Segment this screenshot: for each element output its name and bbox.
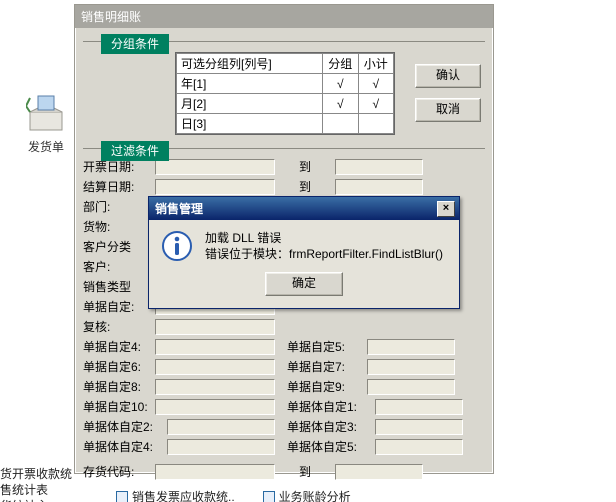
custom10-field[interactable] — [155, 399, 275, 415]
body-custom4-field[interactable] — [167, 439, 275, 455]
grid-row[interactable]: 日[3] — [177, 114, 394, 134]
review-field[interactable] — [155, 319, 275, 335]
custom9-field[interactable] — [367, 379, 455, 395]
label-custom9: 单据自定9: — [275, 378, 367, 395]
label-review: 复核: — [83, 318, 155, 335]
cancel-button[interactable]: 取消 — [415, 98, 481, 122]
dialog-ok-button[interactable]: 确定 — [265, 272, 343, 296]
invoice-date-to[interactable] — [335, 159, 423, 175]
label-sale-type: 销售类型 — [83, 278, 155, 295]
label-body-custom2: 单据体自定2: — [83, 418, 167, 435]
stock-code-to[interactable] — [335, 464, 423, 480]
grid-header-row: 可选分组列[列号] 分组 小计 — [177, 54, 394, 74]
custom6-field[interactable] — [155, 359, 275, 375]
custom7-field[interactable] — [367, 359, 455, 375]
label-custom4: 单据自定4: — [83, 338, 155, 355]
error-dialog: 销售管理 × 加载 DLL 错误 错误位于模块：frmReportFilter.… — [148, 196, 460, 309]
body-custom2-field[interactable] — [167, 419, 275, 435]
label-stock-code: 存货代码: — [83, 463, 155, 480]
label-custom6: 单据自定6: — [83, 358, 155, 375]
body-custom5-field[interactable] — [375, 439, 463, 455]
label-custom8: 单据自定8: — [83, 378, 155, 395]
settle-date-from[interactable] — [155, 179, 275, 195]
invoice-date-from[interactable] — [155, 159, 275, 175]
nav-item[interactable]: 华纺社主 — [0, 498, 72, 502]
grid-row[interactable]: 月[2]√√ — [177, 94, 394, 114]
filter-conditions-header: 过滤条件 — [83, 141, 485, 155]
label-goods: 货物: — [83, 218, 155, 235]
nav-item[interactable]: 业务账龄分析 — [279, 488, 351, 502]
label-body-custom4: 单据体自定4: — [83, 438, 167, 455]
label-custom7: 单据自定7: — [275, 358, 367, 375]
document-box-icon — [26, 94, 66, 134]
grid-col-group: 分组 — [323, 54, 358, 74]
dialog-title: 销售管理 — [155, 200, 437, 217]
custom8-field[interactable] — [155, 379, 275, 395]
info-icon — [161, 230, 193, 262]
label-body-custom5: 单据体自定5: — [275, 438, 375, 455]
group-grid[interactable]: 可选分组列[列号] 分组 小计 年[1]√√ 月[2]√√ 日[3] — [175, 52, 395, 135]
background-nav: 货开票收款统 售统计表 华纺社主 — [0, 466, 72, 502]
label-custom10: 单据自定10: — [83, 398, 155, 415]
label-cust-class: 客户分类 — [83, 238, 155, 255]
label-customer: 客户: — [83, 258, 155, 275]
grid-row[interactable]: 年[1]√√ — [177, 74, 394, 94]
label-settle-date: 结算日期: — [83, 178, 155, 195]
grid-col-subtotal: 小计 — [358, 54, 393, 74]
custom5-field[interactable] — [367, 339, 455, 355]
grid-col-name: 可选分组列[列号] — [177, 54, 323, 74]
label-bill-custom: 单据自定: — [83, 298, 155, 315]
desktop-shortcut[interactable]: 发货单 — [18, 94, 74, 155]
body-custom3-field[interactable] — [375, 419, 463, 435]
doc-icon — [116, 491, 128, 502]
dialog-message: 加载 DLL 错误 错误位于模块：frmReportFilter.FindLis… — [205, 230, 443, 262]
stock-code-from[interactable] — [155, 464, 275, 480]
label-body-custom1: 单据体自定1: — [275, 398, 375, 415]
custom4-field[interactable] — [155, 339, 275, 355]
nav-item[interactable]: 售统计表 — [0, 482, 72, 498]
window-title: 销售明细账 — [75, 5, 493, 28]
nav-item[interactable]: 销售发票应收款统.. — [132, 488, 235, 502]
close-icon[interactable]: × — [437, 201, 455, 217]
label-custom5: 单据自定5: — [275, 338, 367, 355]
bottom-nav: 销售发票应收款统.. 业务账龄分析 — [116, 488, 351, 502]
body-custom1-field[interactable] — [375, 399, 463, 415]
settle-date-to[interactable] — [335, 179, 423, 195]
label-body-custom3: 单据体自定3: — [275, 418, 375, 435]
desktop-shortcut-label: 发货单 — [18, 138, 74, 155]
nav-item[interactable]: 货开票收款统 — [0, 466, 72, 482]
label-dept: 部门: — [83, 198, 155, 215]
group-conditions-header: 分组条件 — [83, 34, 485, 48]
ok-button[interactable]: 确认 — [415, 64, 481, 88]
doc-icon — [263, 491, 275, 502]
